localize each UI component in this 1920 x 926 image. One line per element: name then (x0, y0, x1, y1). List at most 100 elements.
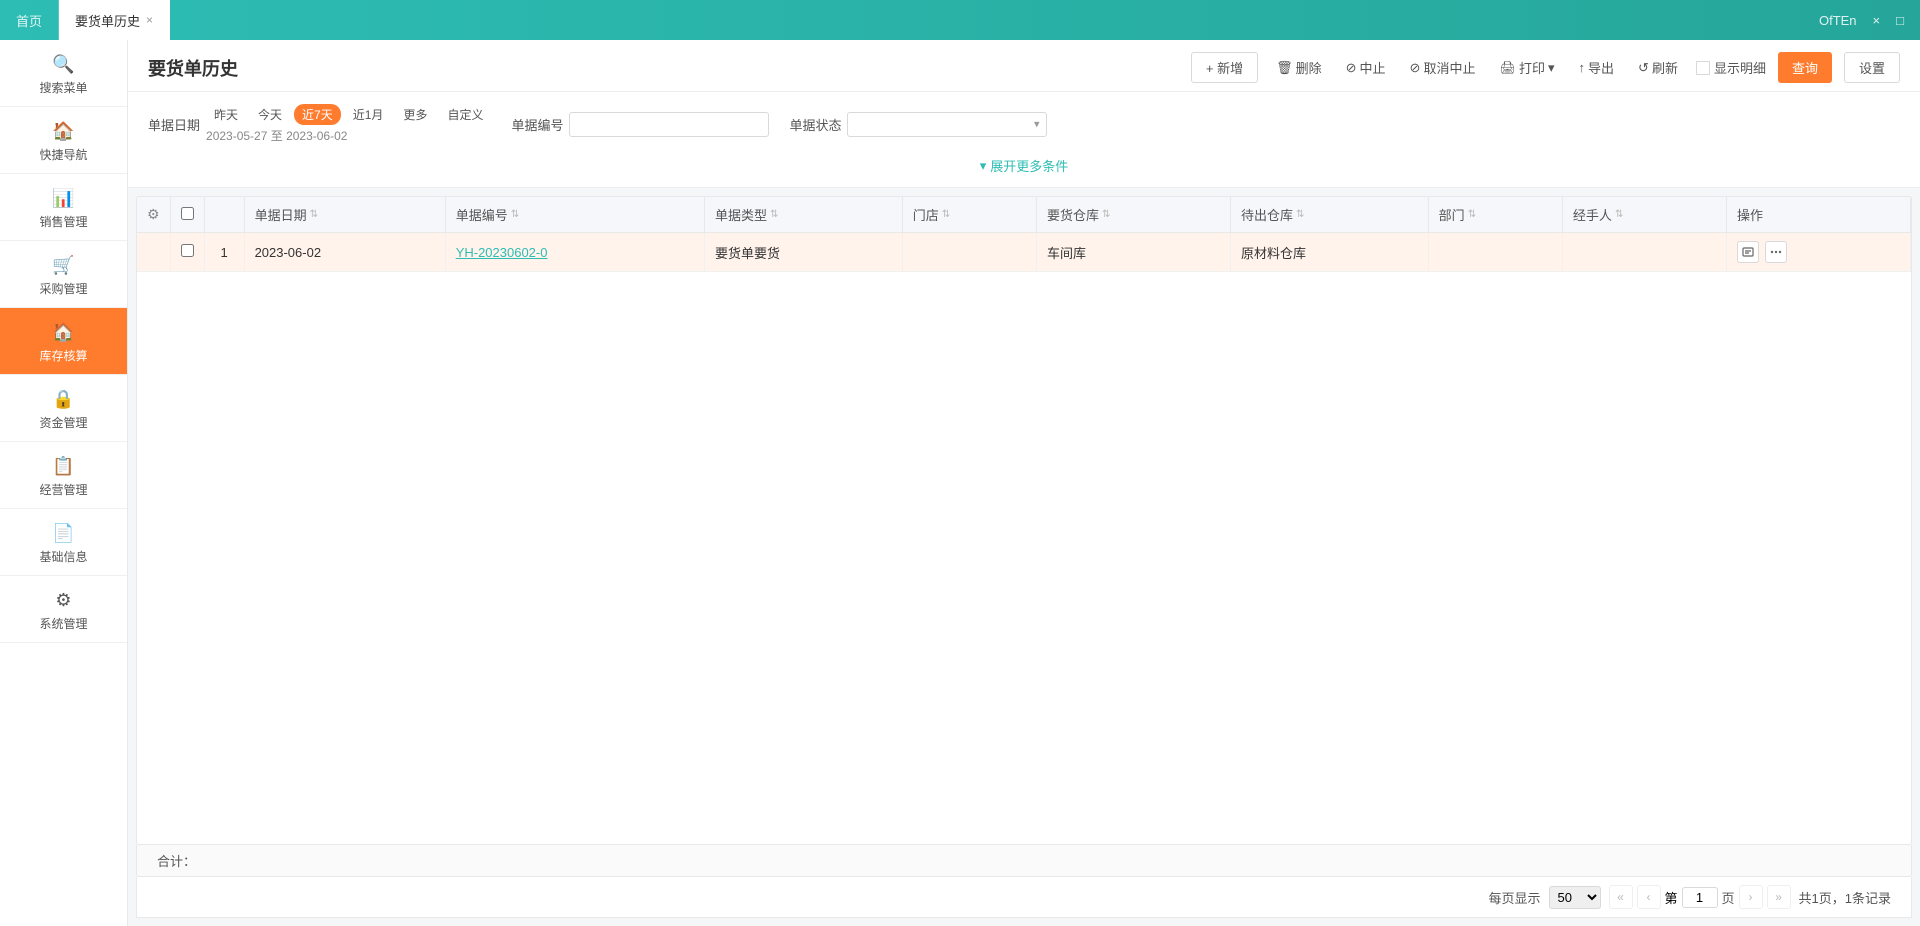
last-page-button[interactable]: » (1767, 885, 1791, 909)
page-label: 第 (1665, 888, 1678, 907)
sidebar-item-quick-nav[interactable]: 🏠 快捷导航 (0, 107, 127, 174)
sidebar-item-search-menu-label: 搜索菜单 (39, 79, 87, 96)
sidebar-item-purchase-mgmt[interactable]: 🛒 采购管理 (0, 241, 127, 308)
page-size-select[interactable]: 20 50 100 (1549, 886, 1601, 909)
window-close-icon[interactable]: × (1873, 13, 1881, 28)
expand-more-btn[interactable]: ▾ 展开更多条件 (980, 156, 1069, 175)
page-input[interactable] (1682, 887, 1718, 908)
sort-pending-warehouse-icon[interactable]: ⇅ (1296, 209, 1304, 220)
td-operation (1727, 233, 1911, 272)
sidebar-item-basic-info[interactable]: 📄 基础信息 (0, 509, 127, 576)
show-detail-checkbox[interactable] (1696, 61, 1710, 75)
tab-home[interactable]: 首页 (0, 0, 59, 40)
sidebar-item-fund-mgmt-label: 资金管理 (39, 414, 87, 431)
td-checkbox (170, 233, 204, 272)
new-button[interactable]: + 新增 (1191, 52, 1258, 83)
tab-requisition-history[interactable]: 要货单历史 × (59, 0, 170, 40)
table-settings-icon[interactable]: ⚙ (147, 206, 160, 222)
export-icon: ↑ (1579, 60, 1586, 75)
settings-button[interactable]: 设置 (1844, 52, 1900, 83)
query-button[interactable]: 查询 (1778, 52, 1832, 83)
sidebar-item-inventory[interactable]: 🏠 库存核算 (0, 308, 127, 375)
delete-label: 删除 (1296, 58, 1322, 77)
window-maximize-icon[interactable]: □ (1896, 13, 1904, 28)
export-button[interactable]: ↑ 导出 (1573, 54, 1621, 81)
inventory-icon: 🏠 (52, 322, 74, 343)
doc-status-select[interactable] (847, 112, 1047, 137)
sidebar-item-sales-mgmt[interactable]: 📊 销售管理 (0, 174, 127, 241)
sidebar-item-sys-mgmt[interactable]: ⚙ 系统管理 (0, 576, 127, 643)
basic-info-icon: 📄 (52, 523, 74, 544)
sort-doc-type-icon[interactable]: ⇅ (770, 209, 778, 220)
sys-mgmt-icon: ⚙ (55, 590, 71, 611)
top-bar: 首页 要货单历史 × OfTEn × □ (0, 0, 1920, 40)
date-btn-custom[interactable]: 自定义 (439, 104, 491, 125)
data-table: ⚙ 单据日期 ⇅ (137, 197, 1911, 272)
show-detail-toggle[interactable]: 显示明细 (1696, 58, 1766, 77)
tab-requisition-history-label: 要货单历史 (75, 11, 140, 30)
query-label: 查询 (1792, 61, 1818, 76)
row-view-icon[interactable] (1737, 241, 1759, 263)
th-operation: 操作 (1727, 197, 1911, 233)
tab-bar: 首页 要货单历史 × (0, 0, 170, 40)
sidebar-item-sales-mgmt-label: 销售管理 (39, 213, 87, 230)
sidebar-item-ops-mgmt[interactable]: 📋 经营管理 (0, 442, 127, 509)
first-page-button[interactable]: « (1609, 885, 1633, 909)
stop-button[interactable]: ⊘ 中止 (1340, 54, 1392, 81)
sort-department-icon[interactable]: ⇅ (1468, 209, 1476, 220)
tab-close-icon[interactable]: × (146, 13, 153, 27)
cancel-stop-button[interactable]: ⊘ 取消中止 (1404, 54, 1482, 81)
date-btn-7days[interactable]: 近7天 (294, 104, 341, 125)
sidebar-item-search-menu[interactable]: 🔍 搜索菜单 (0, 40, 127, 107)
print-label: 打印 (1519, 58, 1545, 77)
date-btn-1month[interactable]: 近1月 (345, 104, 392, 125)
sidebar-item-quick-nav-label: 快捷导航 (39, 146, 87, 163)
refresh-button[interactable]: ↺ 刷新 (1632, 54, 1684, 81)
total-info: 共1页，1条记录 (1799, 888, 1891, 907)
th-doc-date: 单据日期 ⇅ (244, 197, 445, 233)
sort-req-warehouse-icon[interactable]: ⇅ (1102, 209, 1110, 220)
date-btn-more[interactable]: 更多 (395, 104, 435, 125)
stop-label: 中止 (1360, 58, 1386, 77)
prev-page-button[interactable]: ‹ (1637, 885, 1661, 909)
print-icon: 🖨 (1499, 60, 1516, 76)
th-handler: 经手人 ⇅ (1562, 197, 1726, 233)
page-suffix: 页 (1722, 888, 1735, 907)
sort-handler-icon[interactable]: ⇅ (1615, 209, 1623, 220)
action-icons (1737, 241, 1900, 263)
settings-label: 设置 (1859, 61, 1885, 76)
td-settings (137, 233, 170, 272)
show-detail-label: 显示明细 (1714, 58, 1766, 77)
doc-no-link[interactable]: YH-20230602-0 (456, 245, 548, 260)
th-store: 门店 ⇅ (902, 197, 1036, 233)
th-department: 部门 ⇅ (1428, 197, 1562, 233)
sidebar-item-fund-mgmt[interactable]: 🔒 资金管理 (0, 375, 127, 442)
th-req-warehouse: 要货仓库 ⇅ (1036, 197, 1230, 233)
delete-button[interactable]: 🗑 删除 (1270, 54, 1328, 81)
td-req-warehouse: 车间库 (1036, 233, 1230, 272)
sales-mgmt-icon: 📊 (52, 188, 74, 209)
expand-more-label: 展开更多条件 (990, 156, 1068, 175)
refresh-icon: ↺ (1638, 60, 1649, 76)
fund-mgmt-icon: 🔒 (52, 389, 74, 410)
date-btn-today[interactable]: 今天 (250, 104, 290, 125)
print-button[interactable]: 🖨 打印 ▾ (1493, 54, 1560, 81)
row-checkbox[interactable] (181, 244, 194, 257)
sidebar-item-inventory-label: 库存核算 (39, 347, 87, 364)
sort-doc-no-icon[interactable]: ⇅ (511, 209, 519, 220)
doc-no-filter: 单据编号 (511, 112, 769, 137)
cancel-stop-label: 取消中止 (1423, 58, 1475, 77)
next-page-button[interactable]: › (1739, 885, 1763, 909)
sort-doc-date-icon[interactable]: ⇅ (310, 209, 318, 220)
th-checkbox (170, 197, 204, 233)
sidebar: 🔍 搜索菜单 🏠 快捷导航 📊 销售管理 🛒 采购管理 🏠 库存核算 🔒 资金管… (0, 40, 128, 926)
select-all-checkbox[interactable] (181, 207, 194, 220)
th-settings: ⚙ (137, 197, 170, 233)
date-btn-yesterday[interactable]: 昨天 (206, 104, 246, 125)
doc-status-filter: 单据状态 (789, 112, 1047, 137)
expand-row: ▾ 展开更多条件 (148, 150, 1900, 175)
sort-store-icon[interactable]: ⇅ (942, 209, 950, 220)
row-more-icon[interactable] (1765, 241, 1787, 263)
doc-no-input[interactable] (569, 112, 769, 137)
th-row-num (204, 197, 244, 233)
